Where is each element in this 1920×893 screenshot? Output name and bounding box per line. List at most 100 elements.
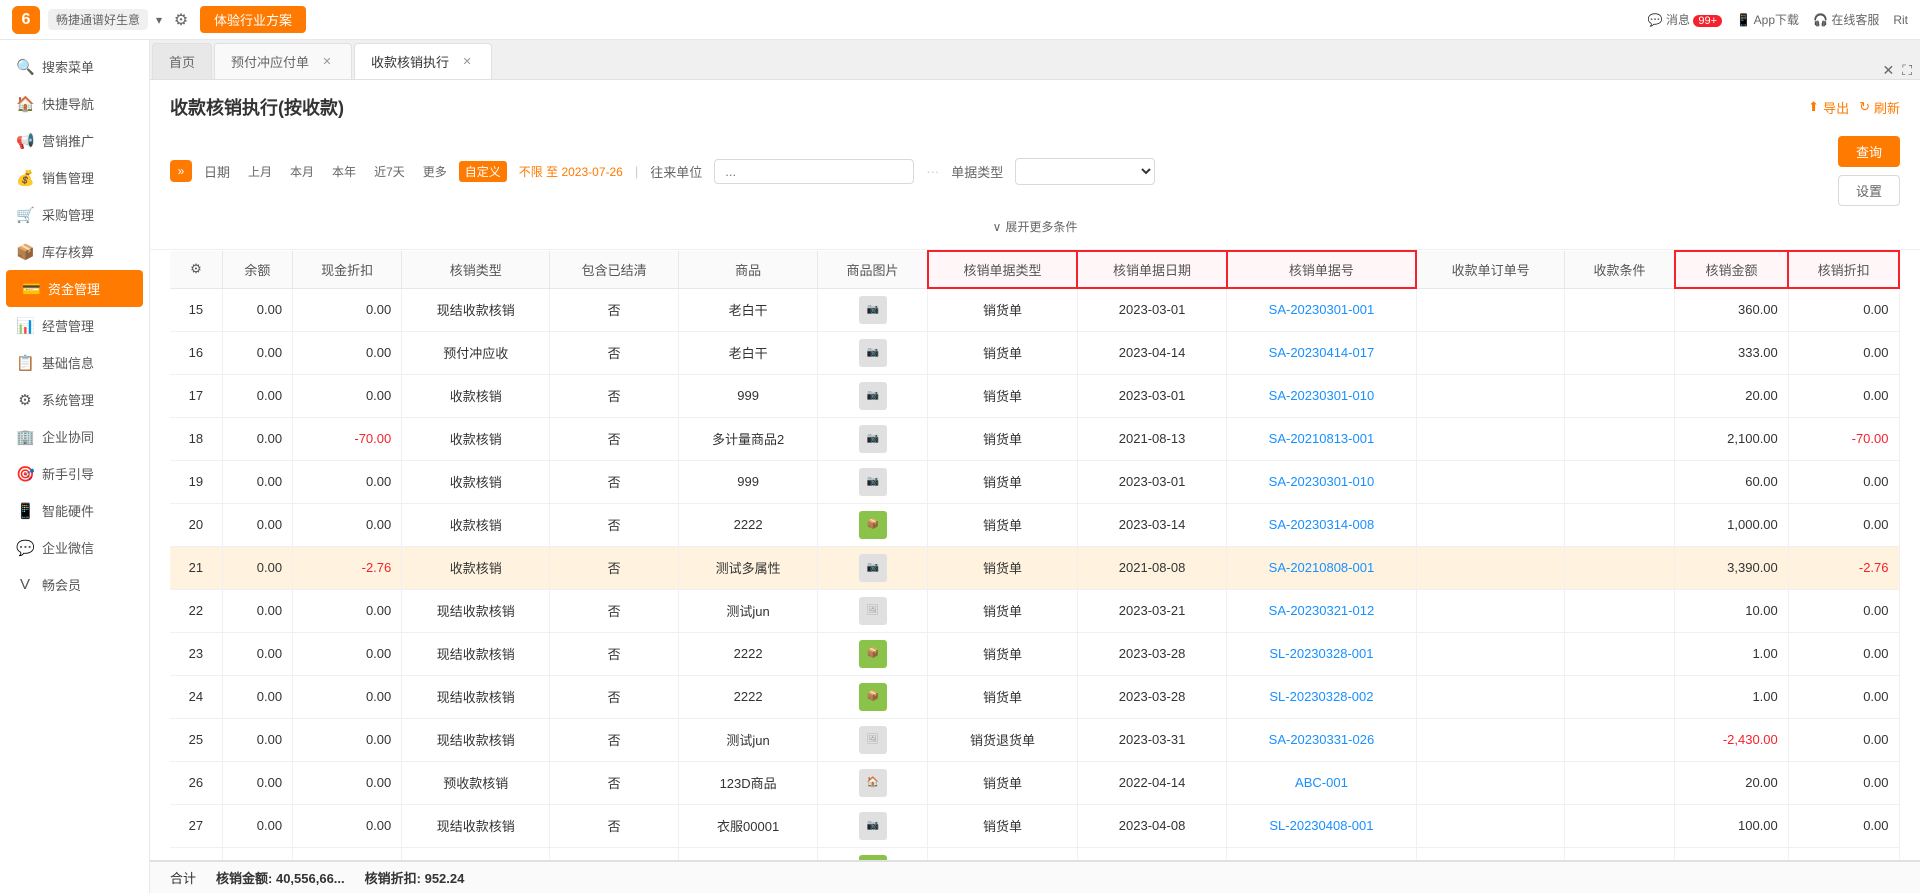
sidebar-item-system[interactable]: ⚙系统管理 — [0, 381, 149, 418]
maximize-icon[interactable]: ⛶ — [1902, 62, 1912, 79]
doc-type-select[interactable] — [1015, 158, 1155, 185]
cell-cancel_amount: 333.00 — [1675, 331, 1789, 374]
refresh-button[interactable]: ↻ 刷新 — [1859, 98, 1900, 117]
cell-receipt_order — [1416, 331, 1565, 374]
close-window-icon[interactable]: ✕ — [1882, 62, 1894, 79]
logo-icon: 6 — [12, 6, 40, 34]
col-header-cancel_amount: 核销金额 — [1675, 251, 1789, 288]
bill-no-link[interactable]: SA-20230301-010 — [1269, 388, 1375, 403]
cell-cancel_type: 收款核销 — [402, 546, 550, 589]
cell-cash_discount: 0.00 — [293, 374, 402, 417]
sidebar-item-search[interactable]: 🔍搜索菜单 — [0, 48, 149, 85]
cell-receipt_order — [1416, 374, 1565, 417]
date-opt-custom[interactable]: 自定义 — [459, 161, 507, 182]
cell-cash_discount: 0.00 — [293, 804, 402, 847]
col-header-cancel_discount: 核销折扣 — [1788, 251, 1899, 288]
sidebar-item-operation[interactable]: 📊经营管理 — [0, 307, 149, 344]
sidebar-item-purchase[interactable]: 🛒采购管理 — [0, 196, 149, 233]
cell-bill_date: 2023-03-01 — [1077, 460, 1227, 503]
cell-goods_img: 📷 — [818, 331, 928, 374]
cell-seq: 25 — [170, 718, 222, 761]
doc-type-label: 单据类型 — [951, 162, 1003, 181]
wechat-icon: 💬 — [16, 539, 34, 557]
bill-no-link[interactable]: SA-20230314-008 — [1269, 517, 1375, 532]
online-service[interactable]: 🎧 在线客服 — [1813, 11, 1879, 28]
table-row: 210.00-2.76收款核销否测试多属性📷销货单2021-08-08SA-20… — [170, 546, 1899, 589]
tab-0[interactable]: 首页 — [152, 43, 212, 79]
tab-2[interactable]: 收款核销执行 ✕ — [354, 43, 492, 79]
bill-no-link[interactable]: SA-20230321-012 — [1269, 603, 1375, 618]
cell-bill_no: SA-20210808-001 — [1227, 546, 1416, 589]
bill-no-link[interactable]: SA-20230301-001 — [1269, 302, 1375, 317]
cell-cancel_amount: 10.00 — [1675, 589, 1789, 632]
sidebar-item-inventory[interactable]: 📦库存核算 — [0, 233, 149, 270]
bill-no-link[interactable]: SA-20230414-017 — [1269, 345, 1375, 360]
cell-cash_discount: 0.00 — [293, 718, 402, 761]
bill-no-link[interactable]: SL-20230328-001 — [1269, 646, 1373, 661]
sidebar-item-hardware[interactable]: 📱智能硬件 — [0, 492, 149, 529]
bill-no-link[interactable]: ABC-001 — [1295, 775, 1348, 790]
cell-balance: 0.00 — [222, 675, 292, 718]
user-name[interactable]: Rit — [1893, 13, 1908, 27]
bill-no-link[interactable]: SA-20230301-010 — [1269, 474, 1375, 489]
col-header-cash_discount: 现金折扣 — [293, 251, 402, 288]
cell-bill_date: 2022-04-14 — [1077, 761, 1227, 804]
bill-no-link[interactable]: SL-20230328-002 — [1269, 689, 1373, 704]
filter-expand-arrow[interactable]: » — [170, 160, 192, 182]
sidebar-item-basic[interactable]: 📋基础信息 — [0, 344, 149, 381]
expand-more-btn[interactable]: ∨ 展开更多条件 — [993, 218, 1078, 235]
cell-cash_discount: 0.00 — [293, 761, 402, 804]
cell-goods: 老白干 — [678, 331, 817, 374]
bill-no-link[interactable]: SA-20230331-026 — [1269, 732, 1375, 747]
bill-no-link[interactable]: SA-20210813-001 — [1269, 431, 1375, 446]
cell-cash_discount: -70.00 — [293, 417, 402, 460]
export-button[interactable]: ⬆ 导出 — [1808, 98, 1849, 117]
solution-button[interactable]: 体验行业方案 — [200, 6, 306, 33]
cell-goods: 测试jun — [678, 589, 817, 632]
company-dropdown[interactable]: ▾ — [156, 13, 162, 27]
goods-image: 📷 — [859, 468, 887, 496]
cell-settled: 否 — [550, 632, 679, 675]
app-download[interactable]: 📱 App下载 — [1736, 11, 1799, 28]
cell-cancel_amount: 1.00 — [1675, 632, 1789, 675]
date-opt-more[interactable]: 更多 — [417, 161, 453, 182]
query-button[interactable]: 查询 — [1838, 136, 1900, 167]
settings-icon[interactable]: ⚙ — [170, 9, 192, 31]
sidebar-item-capital[interactable]: 💳资金管理 — [6, 270, 143, 307]
nav-icon: 🏠 — [16, 95, 34, 113]
date-opt-this-year[interactable]: 本年 — [326, 161, 362, 182]
date-opt-7days[interactable]: 近7天 — [368, 161, 411, 182]
settings-button[interactable]: 设置 — [1838, 175, 1900, 206]
capital-icon: 💳 — [22, 280, 40, 298]
cell-seq: 21 — [170, 546, 222, 589]
tab-close-2[interactable]: ✕ — [459, 54, 475, 70]
expand-row: ∨ 展开更多条件 — [170, 212, 1900, 241]
message-area[interactable]: 💬 消息 99+ — [1648, 11, 1722, 28]
cell-cancel_type: 现结收款核销 — [402, 675, 550, 718]
cell-balance: 0.00 — [222, 374, 292, 417]
tab-label: 收款核销执行 — [371, 52, 449, 71]
sidebar-item-member[interactable]: V畅会员 — [0, 566, 149, 603]
bill-no-link[interactable]: SA-20210808-001 — [1269, 560, 1375, 575]
sidebar-item-sales[interactable]: 💰销售管理 — [0, 159, 149, 196]
cell-balance: 0.00 — [222, 417, 292, 460]
table-row: 180.00-70.00收款核销否多计量商品2📷销货单2021-08-13SA-… — [170, 417, 1899, 460]
cell-receipt_order — [1416, 632, 1565, 675]
sidebar-item-nav[interactable]: 🏠快捷导航 — [0, 85, 149, 122]
top-bar-left: 6 畅捷通谱好生意 ▾ ⚙ 体验行业方案 — [12, 6, 1640, 34]
cell-balance: 0.00 — [222, 761, 292, 804]
date-opt-this-month[interactable]: 本月 — [284, 161, 320, 182]
sidebar-item-marketing[interactable]: 📢营销推广 — [0, 122, 149, 159]
tab-close-1[interactable]: ✕ — [319, 54, 335, 70]
cell-cancel_type: 预付冲应收 — [402, 331, 550, 374]
tab-1[interactable]: 预付冲应付单✕ — [214, 43, 352, 79]
bill-no-link[interactable]: SL-20230408-001 — [1269, 818, 1373, 833]
date-opt-last-month[interactable]: 上月 — [242, 161, 278, 182]
partner-input[interactable] — [714, 159, 914, 184]
sidebar-item-guide[interactable]: 🎯新手引导 — [0, 455, 149, 492]
cell-bill_date: 2023-03-28 — [1077, 675, 1227, 718]
sidebar-item-wechat[interactable]: 💬企业微信 — [0, 529, 149, 566]
sidebar-item-enterprise[interactable]: 🏢企业协同 — [0, 418, 149, 455]
table-row: 170.000.00收款核销否999📷销货单2023-03-01SA-20230… — [170, 374, 1899, 417]
table-row: 190.000.00收款核销否999📷销货单2023-03-01SA-20230… — [170, 460, 1899, 503]
